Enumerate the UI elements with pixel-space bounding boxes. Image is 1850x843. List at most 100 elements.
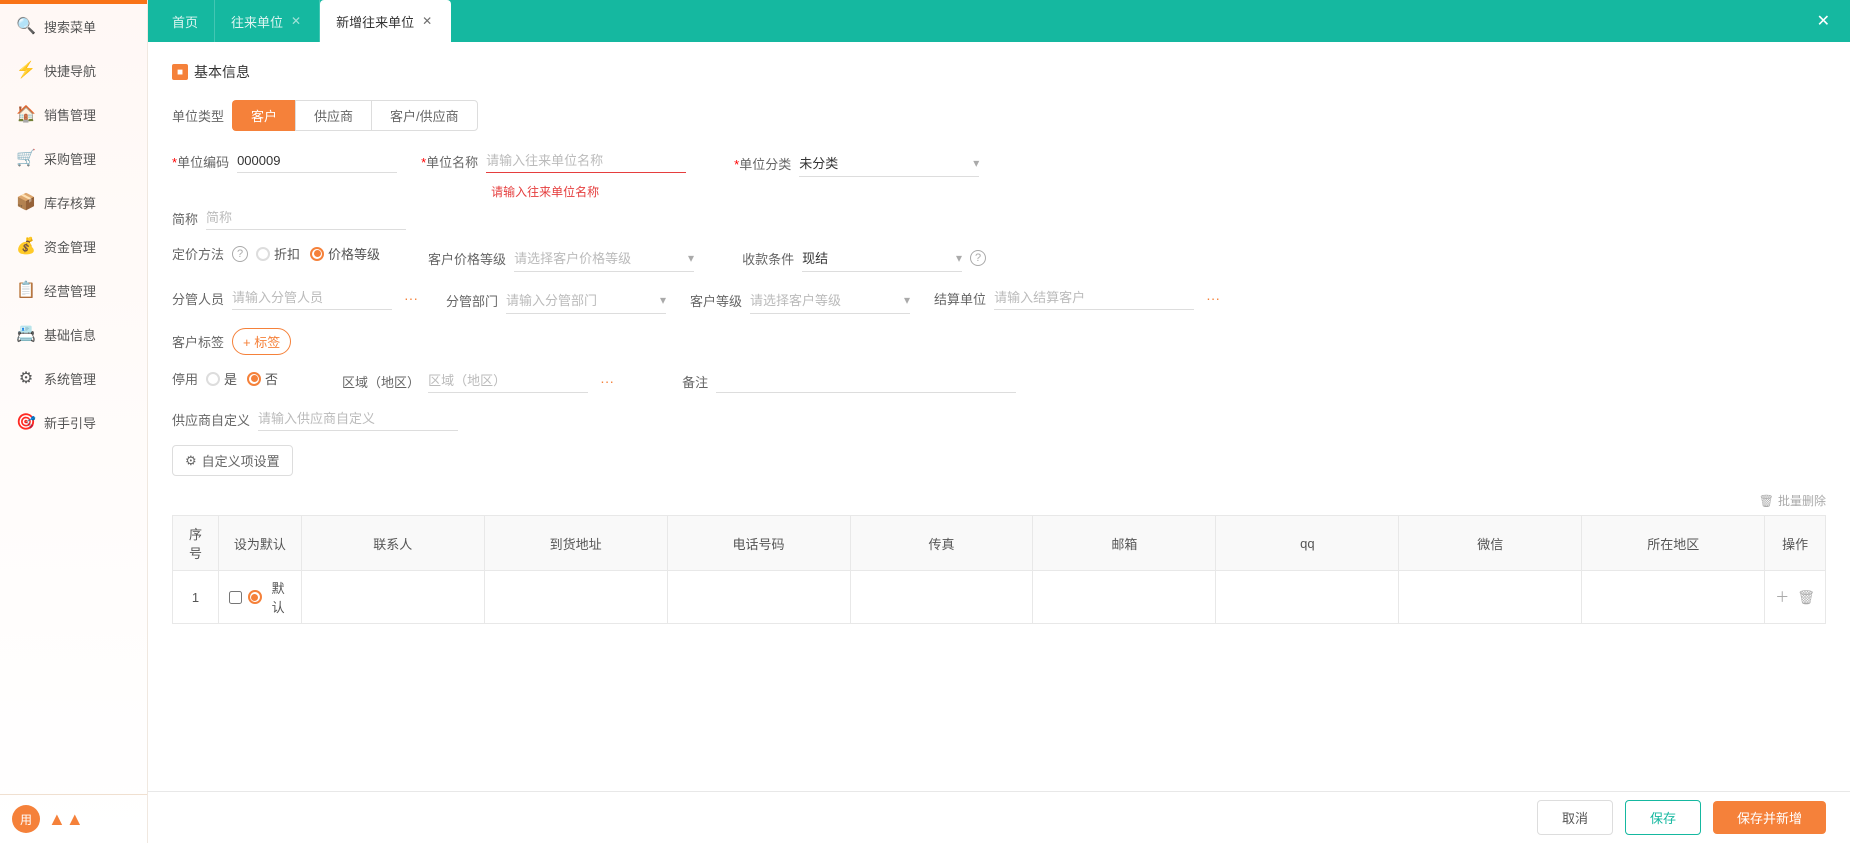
radio-discount-label: 折扣 bbox=[274, 244, 300, 263]
tab-partners[interactable]: 往来单位 ✕ bbox=[215, 0, 320, 42]
address-input[interactable] bbox=[495, 590, 657, 605]
settlement-more-button[interactable]: ··· bbox=[1202, 288, 1224, 308]
unit-type-group: 单位类型 客户 供应商 客户/供应商 bbox=[172, 100, 478, 131]
department-group: 分管部门 请输入分管部门 ▾ bbox=[446, 286, 666, 314]
manager-more-button[interactable]: ··· bbox=[400, 288, 422, 308]
radio-no[interactable]: 否 bbox=[247, 369, 278, 388]
row-default-dot bbox=[248, 590, 262, 604]
type-btn-supplier[interactable]: 供应商 bbox=[295, 100, 371, 131]
sidebar-item-guide[interactable]: 🎯 新手引导 bbox=[0, 400, 147, 444]
cell-qq[interactable] bbox=[1216, 571, 1399, 624]
radio-grade-label: 价格等级 bbox=[328, 244, 380, 263]
supplier-custom-input[interactable] bbox=[258, 407, 458, 431]
wechat-input[interactable] bbox=[1409, 590, 1571, 605]
cell-actions: ＋ 🗑 bbox=[1765, 571, 1826, 624]
remark-group: 备注 bbox=[682, 369, 1016, 393]
col-fax: 传真 bbox=[850, 516, 1033, 571]
payment-help-icon[interactable]: ? bbox=[970, 250, 986, 266]
unit-code-label: *单位编码 bbox=[172, 152, 229, 171]
cell-address[interactable] bbox=[484, 571, 667, 624]
section-title: 基本信息 bbox=[194, 62, 250, 82]
sidebar-item-purchase[interactable]: 🛒 采购管理 bbox=[0, 136, 147, 180]
sidebar-item-system[interactable]: ⚙ 系统管理 bbox=[0, 356, 147, 400]
help-icon[interactable]: ? bbox=[232, 246, 248, 262]
finance-icon: 💰 bbox=[16, 236, 36, 256]
cell-fax[interactable] bbox=[850, 571, 1033, 624]
col-qq: qq bbox=[1216, 516, 1399, 571]
customer-tag-group: 客户标签 + 标签 bbox=[172, 328, 291, 355]
fax-input[interactable] bbox=[861, 590, 1023, 605]
short-name-input[interactable] bbox=[206, 206, 406, 230]
region-cell-input[interactable] bbox=[1592, 590, 1754, 605]
region-more-button[interactable]: ··· bbox=[596, 371, 618, 391]
cell-region[interactable] bbox=[1582, 571, 1765, 624]
contact-input[interactable] bbox=[312, 590, 474, 605]
sidebar-item-finance[interactable]: 💰 资金管理 bbox=[0, 224, 147, 268]
sidebar-footer: 用 ▲▲ bbox=[0, 794, 147, 843]
payment-terms-select[interactable]: 现结 ▾ bbox=[802, 244, 962, 272]
customer-price-level-select[interactable]: 请选择客户价格等级 ▾ bbox=[514, 244, 694, 272]
supplier-custom-group: 供应商自定义 bbox=[172, 407, 458, 431]
table-header-row: 序号 设为默认 联系人 到货地址 电话号码 传真 邮箱 qq 微信 所在地区 操… bbox=[173, 516, 1826, 571]
pricing-method-label: 定价方法 bbox=[172, 244, 224, 263]
row-checkbox[interactable] bbox=[229, 591, 242, 604]
unit-name-error: 请输入往来单位名称 bbox=[491, 183, 599, 200]
batch-delete-button[interactable]: 🗑 批量删除 bbox=[1759, 492, 1826, 509]
type-btn-both[interactable]: 客户/供应商 bbox=[371, 100, 478, 131]
manager-input[interactable] bbox=[232, 286, 392, 310]
tab-partners-close[interactable]: ✕ bbox=[289, 12, 303, 30]
save-button[interactable]: 保存 bbox=[1625, 800, 1701, 835]
cell-phone[interactable] bbox=[667, 571, 850, 624]
cell-wechat[interactable] bbox=[1399, 571, 1582, 624]
radio-discount[interactable]: 折扣 bbox=[256, 244, 300, 263]
tab-home[interactable]: 首页 bbox=[156, 0, 215, 42]
add-tag-button[interactable]: + 标签 bbox=[232, 328, 291, 355]
remark-input[interactable] bbox=[716, 369, 1016, 393]
qq-input[interactable] bbox=[1226, 590, 1388, 605]
tab-bar: 首页 往来单位 ✕ 新增往来单位 ✕ ✕ bbox=[148, 0, 1850, 42]
unit-category-select[interactable]: 未分类 ▾ bbox=[799, 149, 979, 177]
sidebar-item-inventory[interactable]: 📦 库存核算 bbox=[0, 180, 147, 224]
sidebar-item-label: 基础信息 bbox=[44, 325, 96, 344]
save-new-button[interactable]: 保存并新增 bbox=[1713, 801, 1826, 834]
region-input[interactable] bbox=[428, 369, 588, 393]
tab-new-partner[interactable]: 新增往来单位 ✕ bbox=[320, 0, 451, 42]
settlement-unit-input[interactable] bbox=[994, 286, 1194, 310]
payment-terms-label: 收款条件 bbox=[742, 249, 794, 268]
department-select[interactable]: 请输入分管部门 ▾ bbox=[506, 286, 666, 314]
radio-no-dot bbox=[247, 372, 261, 386]
sidebar-item-search[interactable]: 🔍 搜索菜单 bbox=[0, 4, 147, 48]
type-btn-customer[interactable]: 客户 bbox=[232, 100, 295, 131]
email-input[interactable] bbox=[1043, 590, 1205, 605]
radio-yes-dot bbox=[206, 372, 220, 386]
cell-contact[interactable] bbox=[301, 571, 484, 624]
phone-input[interactable] bbox=[678, 590, 840, 605]
unit-category-group: *单位分类 未分类 ▾ bbox=[734, 149, 979, 177]
code-name-category-row: *单位编码 000009 *单位名称 请输入往来单位名称 *单位分 bbox=[172, 149, 1826, 200]
add-row-button[interactable]: ＋ bbox=[1775, 587, 1789, 607]
cell-email[interactable] bbox=[1033, 571, 1216, 624]
row-default-radio[interactable]: 默认 bbox=[248, 578, 291, 616]
radio-yes[interactable]: 是 bbox=[206, 369, 237, 388]
sidebar-item-quicknav[interactable]: ⚡ 快捷导航 bbox=[0, 48, 147, 92]
radio-grade[interactable]: 价格等级 bbox=[310, 244, 380, 263]
sidebar-item-label: 快捷导航 bbox=[44, 61, 96, 80]
col-contact: 联系人 bbox=[301, 516, 484, 571]
cancel-button[interactable]: 取消 bbox=[1537, 800, 1613, 835]
custom-settings-button[interactable]: ⚙ 自定义项设置 bbox=[172, 445, 293, 476]
col-phone: 电话号码 bbox=[667, 516, 850, 571]
tab-new-partner-close[interactable]: ✕ bbox=[420, 12, 434, 30]
customer-level-select[interactable]: 请选择客户等级 ▾ bbox=[750, 286, 910, 314]
tags-row: 客户标签 + 标签 bbox=[172, 328, 1826, 355]
disable-group: 停用 是 否 bbox=[172, 369, 278, 388]
unit-name-input[interactable] bbox=[486, 149, 686, 173]
sidebar-item-operations[interactable]: 📋 经营管理 bbox=[0, 268, 147, 312]
col-actions: 操作 bbox=[1765, 516, 1826, 571]
delete-row-button[interactable]: 🗑 bbox=[1797, 589, 1815, 606]
table-toolbar: 🗑 批量删除 bbox=[172, 492, 1826, 509]
global-close-button[interactable]: ✕ bbox=[1805, 11, 1842, 31]
sidebar: 🔍 搜索菜单 ⚡ 快捷导航 🏠 销售管理 🛒 采购管理 📦 库存核算 💰 资金管… bbox=[0, 0, 148, 843]
sidebar-item-basic[interactable]: 📇 基础信息 bbox=[0, 312, 147, 356]
contact-table-section: 🗑 批量删除 序号 设为默认 联系人 到货地址 电话号码 传真 邮箱 bbox=[172, 492, 1826, 624]
sidebar-item-sales[interactable]: 🏠 销售管理 bbox=[0, 92, 147, 136]
